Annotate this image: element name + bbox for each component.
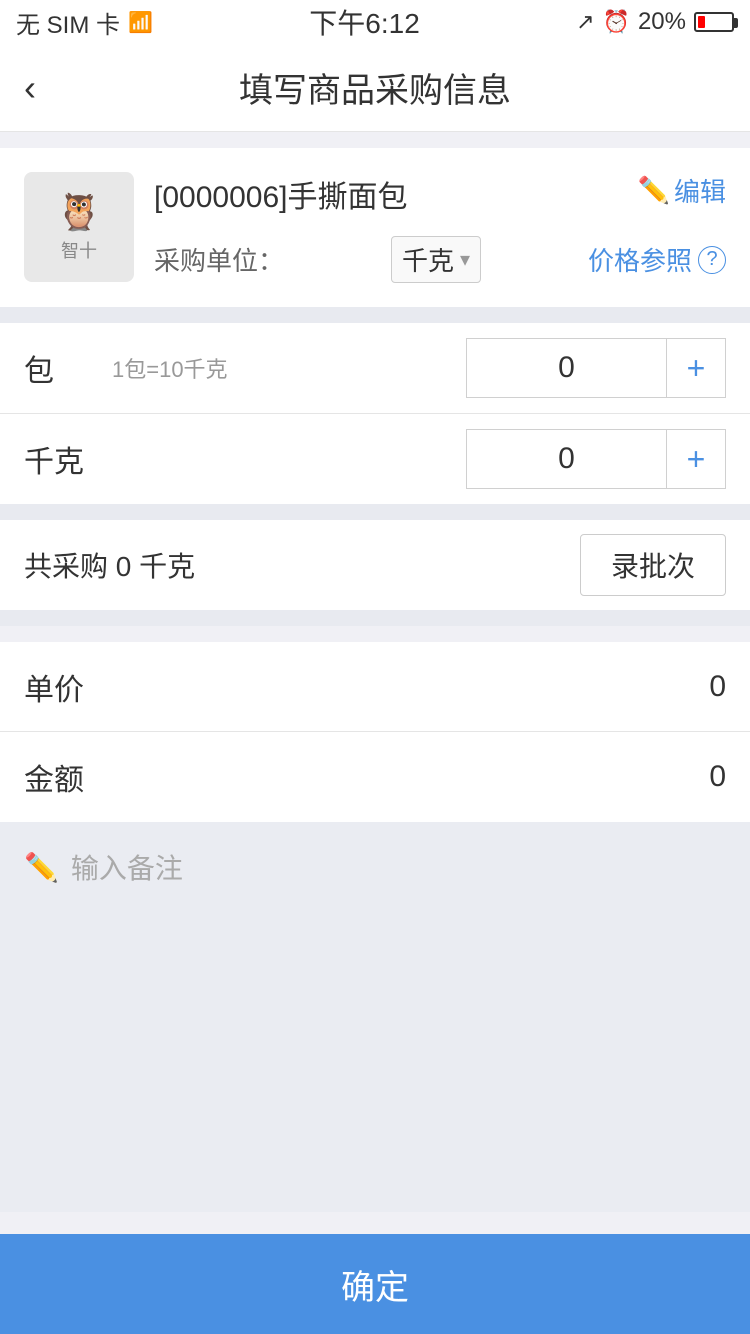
back-button[interactable]: ‹ — [24, 67, 36, 109]
remark-section[interactable]: ✏️ 输入备注 — [0, 822, 750, 912]
bag-quantity-input[interactable] — [466, 338, 666, 398]
summary-section: 共采购 0 千克 录批次 — [0, 520, 750, 610]
price-section: 单价 0 金额 0 — [0, 642, 750, 822]
battery-icon — [694, 12, 734, 32]
bag-label: 包 — [24, 346, 104, 390]
product-name: [0000006]手撕面包 — [154, 172, 407, 216]
amount-value: 0 — [709, 760, 726, 794]
status-right: ↗ ⏰ 20% — [576, 8, 734, 36]
status-bar: 无 SIM 卡 📶 下午6:12 ↗ ⏰ 20% — [0, 0, 750, 44]
page-title: 填写商品采购信息 — [239, 63, 511, 112]
product-thumb-label: 智十 — [61, 237, 97, 263]
unit-price-label: 单价 — [24, 665, 84, 709]
product-info: [0000006]手撕面包 ✏️ 编辑 采购单位： 千克 ▾ 价格参照 ? — [154, 172, 726, 283]
chevron-down-icon: ▾ — [460, 247, 470, 272]
remark-placeholder: 输入备注 — [71, 847, 183, 887]
unit-price-row: 单价 0 — [0, 642, 750, 732]
bag-input-section: 包 1包=10千克 + — [0, 323, 750, 413]
product-owl-icon: 🦉 — [57, 191, 102, 233]
status-time: 下午6:12 — [309, 2, 420, 42]
info-icon: ? — [698, 246, 726, 274]
section-divider-2 — [0, 504, 750, 520]
kg-input-right: + — [466, 429, 726, 489]
section-divider-1 — [0, 307, 750, 323]
amount-label: 金额 — [24, 755, 84, 799]
kg-quantity-input[interactable] — [466, 429, 666, 489]
bag-sublabel: 1包=10千克 — [112, 352, 228, 384]
location-icon: ↗ — [576, 9, 594, 35]
product-header: [0000006]手撕面包 ✏️ 编辑 — [154, 172, 726, 216]
bag-plus-button[interactable]: + — [666, 338, 726, 398]
product-thumbnail: 🦉 智十 — [24, 172, 134, 282]
price-ref-label: 价格参照 — [588, 241, 692, 278]
amount-row: 金额 0 — [0, 732, 750, 822]
bag-input-row: 包 1包=10千克 + — [0, 323, 750, 413]
confirm-button-label: 确定 — [341, 1260, 409, 1309]
edit-button[interactable]: ✏️ 编辑 — [638, 172, 726, 209]
kg-label: 千克 — [24, 437, 104, 481]
kg-input-section: 千克 + — [0, 414, 750, 504]
unit-label: 采购单位： — [154, 241, 284, 278]
confirm-button[interactable]: 确定 — [0, 1234, 750, 1334]
product-unit-row: 采购单位： 千克 ▾ 价格参照 ? — [154, 236, 726, 283]
wifi-icon: 📶 — [128, 10, 153, 35]
record-batch-button[interactable]: 录批次 — [580, 534, 726, 596]
edit-label: 编辑 — [674, 172, 726, 209]
carrier-text: 无 SIM 卡 — [16, 5, 120, 40]
kg-plus-button[interactable]: + — [666, 429, 726, 489]
content-fill-area — [0, 912, 750, 1212]
unit-value: 千克 — [402, 241, 454, 278]
unit-select[interactable]: 千克 ▾ — [391, 236, 481, 283]
alarm-icon: ⏰ — [603, 9, 630, 35]
bag-input-right: + — [466, 338, 726, 398]
summary-row: 共采购 0 千克 录批次 — [0, 520, 750, 610]
edit-icon: ✏️ — [638, 175, 670, 206]
product-card: 🦉 智十 [0000006]手撕面包 ✏️ 编辑 采购单位： 千克 ▾ 价格参照 — [0, 148, 750, 307]
status-left: 无 SIM 卡 📶 — [16, 5, 153, 40]
nav-bar: ‹ 填写商品采购信息 — [0, 44, 750, 132]
unit-price-value: 0 — [709, 670, 726, 704]
battery-percent: 20% — [638, 8, 686, 36]
price-ref-button[interactable]: 价格参照 ? — [588, 241, 726, 278]
section-divider-3 — [0, 610, 750, 626]
kg-input-row: 千克 + — [0, 414, 750, 504]
pencil-icon: ✏️ — [24, 851, 59, 884]
summary-text: 共采购 0 千克 — [24, 545, 195, 585]
